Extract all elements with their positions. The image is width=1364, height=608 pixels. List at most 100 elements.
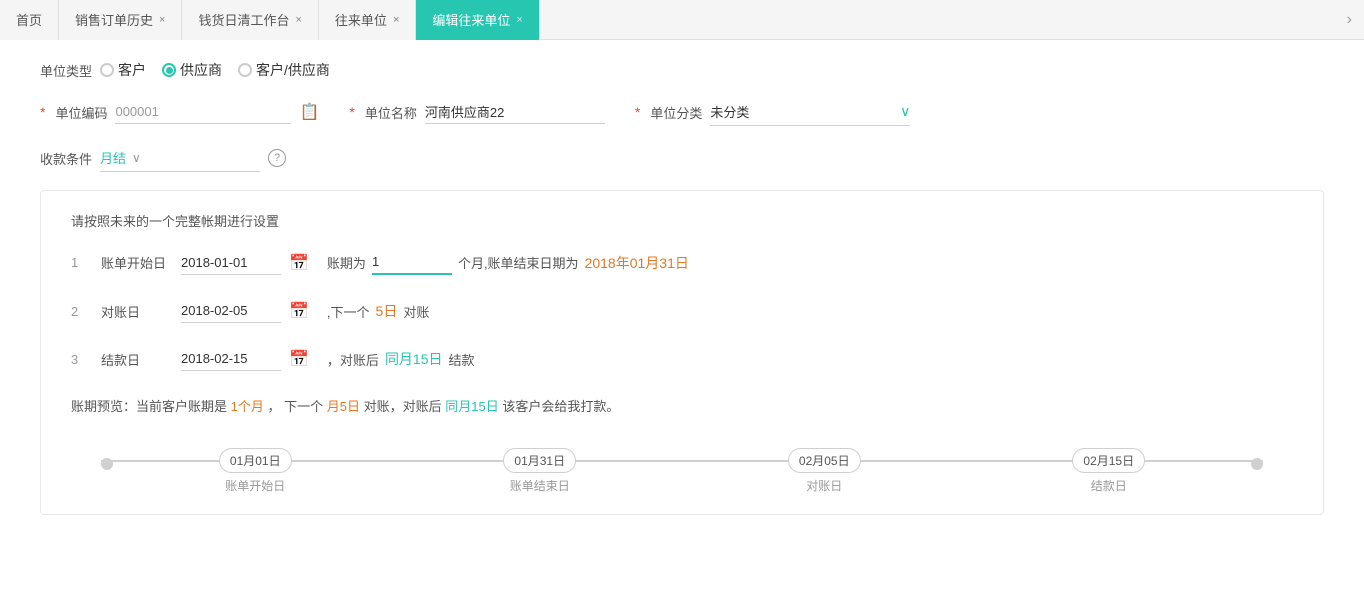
row-3-number: 3 xyxy=(71,352,101,367)
preview-reconcile-prefix: 下一个 xyxy=(284,399,323,414)
category-group: * 单位分类 未分类 ∨ xyxy=(635,98,910,126)
payment-label: 收款条件 xyxy=(40,149,92,168)
tab-partner[interactable]: 往来单位 × xyxy=(319,0,416,40)
timeline-point-3: 02月05日 对账日 xyxy=(682,448,967,494)
name-label: 单位名称 xyxy=(365,103,417,122)
row-1-period-suffix: 个月,账单结束日期为 xyxy=(458,253,579,272)
unit-type-label: 单位类型 xyxy=(40,61,92,80)
name-star: * xyxy=(349,104,354,120)
payment-row: 收款条件 月结 ∨ ? xyxy=(40,144,1324,172)
row-1-date-input[interactable] xyxy=(181,251,281,275)
row-3-calendar-icon[interactable]: 📅 xyxy=(289,349,309,369)
radio-customer-label: 客户 xyxy=(118,60,146,80)
radio-both-circle xyxy=(238,63,252,77)
tab-partner-label: 往来单位 xyxy=(335,10,387,29)
radio-supplier-label: 供应商 xyxy=(180,60,222,80)
category-dropdown-arrow: ∨ xyxy=(900,103,910,120)
tab-sales-label: 销售订单历史 xyxy=(75,10,153,29)
tab-edit-partner-close[interactable]: × xyxy=(516,14,522,26)
radio-customer[interactable]: 客户 xyxy=(100,60,146,80)
payment-help-icon[interactable]: ? xyxy=(268,149,286,167)
row-1-period-prefix: 账期为 xyxy=(327,253,366,272)
code-group: * 单位编码 📋 xyxy=(40,100,319,124)
category-value: 未分类 xyxy=(710,102,894,121)
code-calendar-icon[interactable]: 📋 xyxy=(299,102,319,122)
timeline-badge-1: 01月01日 xyxy=(219,448,292,473)
row-3-label: 结款日 xyxy=(101,350,181,369)
payment-value: 月结 xyxy=(100,148,126,167)
timeline-label-4: 结款日 xyxy=(1091,477,1127,494)
timeline-end-dot xyxy=(1251,458,1263,470)
unit-type-row: 单位类型 客户 供应商 客户/供应商 xyxy=(40,60,1324,80)
timeline-label-2: 账单结束日 xyxy=(510,477,570,494)
preview-period: 1个月 xyxy=(231,399,264,414)
timeline-point-2: 01月31日 账单结束日 xyxy=(398,448,683,494)
preview-reconcile-suffix: 对账，对账后 xyxy=(364,399,442,414)
main-content: 单位类型 客户 供应商 客户/供应商 * 单位编码 xyxy=(0,40,1364,608)
row-2-number: 2 xyxy=(71,304,101,319)
tab-cash-close[interactable]: × xyxy=(295,14,301,26)
timeline-point-4: 02月15日 结款日 xyxy=(967,448,1252,494)
category-label: 单位分类 xyxy=(650,103,702,122)
payment-dropdown-arrow: ∨ xyxy=(132,151,141,165)
code-star: * xyxy=(40,104,45,120)
preview-prefix: 账期预览：当前客户账期是 xyxy=(71,399,227,414)
timeline-badge-3: 02月05日 xyxy=(788,448,861,473)
row-1-calendar-icon[interactable]: 📅 xyxy=(289,253,309,273)
tab-bar: 首页 销售订单历史 × 钱货日清工作台 × 往来单位 × 编辑往来单位 × › xyxy=(0,0,1364,40)
timeline-start-end xyxy=(101,458,113,476)
tab-edit-partner[interactable]: 编辑往来单位 × xyxy=(416,0,539,40)
settings-title: 请按照未来的一个完整帐期进行设置 xyxy=(71,211,1293,230)
row-2-suffix-end: 对账 xyxy=(403,302,429,321)
timeline-points: 01月01日 账单开始日 01月31日 账单结束日 02月05日 对账日 02月… xyxy=(101,448,1263,494)
row-2-calendar-icon[interactable]: 📅 xyxy=(289,301,309,321)
radio-group: 客户 供应商 客户/供应商 xyxy=(100,60,330,80)
timeline-badge-2: 01月31日 xyxy=(503,448,576,473)
tab-more-btn[interactable]: › xyxy=(1335,11,1364,29)
row-2-date-input[interactable] xyxy=(181,299,281,323)
row-2-label: 对账日 xyxy=(101,302,181,321)
radio-supplier[interactable]: 供应商 xyxy=(162,60,222,80)
preview-text: 账期预览：当前客户账期是 1个月 ， 下一个 月5日 对账，对账后 同月15日 … xyxy=(71,395,1293,418)
name-input[interactable] xyxy=(425,100,605,124)
tab-sales-close[interactable]: × xyxy=(159,14,165,26)
radio-both[interactable]: 客户/供应商 xyxy=(238,60,330,80)
timeline-end xyxy=(1251,458,1263,476)
code-label: 单位编码 xyxy=(55,103,107,122)
tab-cash-label: 钱货日清工作台 xyxy=(198,10,289,29)
row-1-period-end: 2018年01月31日 xyxy=(585,253,689,273)
row-3-date-input[interactable] xyxy=(181,347,281,371)
tab-home-label: 首页 xyxy=(16,10,42,29)
timeline: 01月01日 账单开始日 01月31日 账单结束日 02月05日 对账日 02月… xyxy=(71,438,1293,494)
unit-type-group: 单位类型 客户 供应商 客户/供应商 xyxy=(40,60,330,80)
row-1-period-input[interactable] xyxy=(372,250,452,275)
settings-row-1: 1 账单开始日 📅 账期为 个月,账单结束日期为 2018年01月31日 xyxy=(71,250,1293,275)
tab-sales-history[interactable]: 销售订单历史 × xyxy=(59,0,182,40)
settings-row-2: 2 对账日 📅 ,下一个 5日 对账 xyxy=(71,299,1293,323)
row-3-suffix-highlight: 同月15日 xyxy=(385,349,443,369)
tab-partner-close[interactable]: × xyxy=(393,14,399,26)
row-3-suffix-prefix: ，对账后 xyxy=(327,350,379,369)
timeline-point-1: 01月01日 账单开始日 xyxy=(113,448,398,494)
row-3-suffix-end: 结款 xyxy=(449,350,475,369)
row-2-suffix-prefix: ,下一个 xyxy=(327,302,370,321)
payment-group: 收款条件 月结 ∨ ? xyxy=(40,144,286,172)
code-input[interactable] xyxy=(115,100,291,124)
name-group: * 单位名称 xyxy=(349,100,604,124)
row-1-number: 1 xyxy=(71,255,101,270)
code-name-row: * 单位编码 📋 * 单位名称 * 单位分类 未分类 ∨ xyxy=(40,98,1324,126)
preview-reconcile-highlight: 月5日 xyxy=(327,399,360,414)
radio-supplier-circle xyxy=(162,63,176,77)
settings-box: 请按照未来的一个完整帐期进行设置 1 账单开始日 📅 账期为 个月,账单结束日期… xyxy=(40,190,1324,515)
preview-payment-suffix: 该客户会给我打款。 xyxy=(502,399,619,414)
preview-payment-highlight: 同月15日 xyxy=(445,399,498,414)
radio-customer-circle xyxy=(100,63,114,77)
settings-row-3: 3 结款日 📅 ，对账后 同月15日 结款 xyxy=(71,347,1293,371)
tab-cash-work[interactable]: 钱货日清工作台 × xyxy=(182,0,318,40)
row-2-suffix-highlight: 5日 xyxy=(376,301,398,321)
timeline-start-dot xyxy=(101,458,113,470)
tab-home[interactable]: 首页 xyxy=(0,0,59,40)
category-select[interactable]: 未分类 ∨ xyxy=(710,98,910,126)
timeline-badge-4: 02月15日 xyxy=(1072,448,1145,473)
payment-select[interactable]: 月结 ∨ xyxy=(100,144,260,172)
